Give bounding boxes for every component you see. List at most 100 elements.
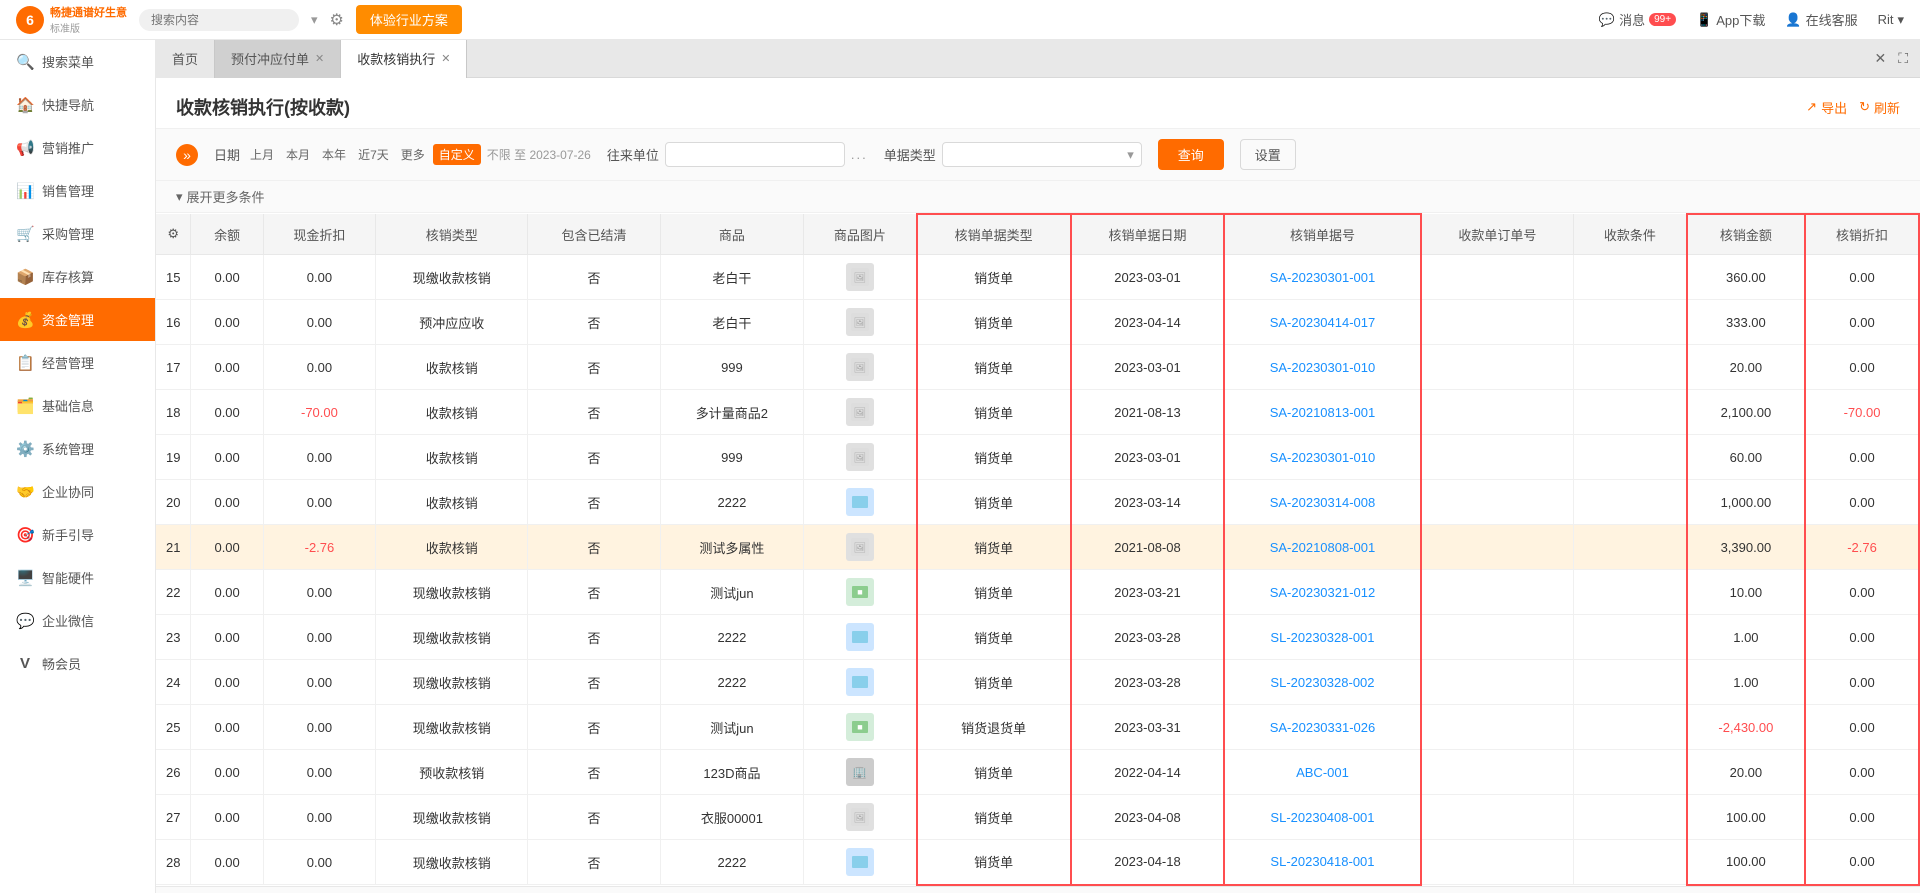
bill-date-cell: 2023-03-01	[1071, 255, 1225, 300]
bill-date-cell: 2023-03-28	[1071, 660, 1225, 705]
sidebar-item-marketing[interactable]: 📢 营销推广	[0, 126, 155, 169]
bill-no-link[interactable]: SA-20210808-001	[1270, 540, 1376, 555]
online-service[interactable]: 👤 在线客服	[1785, 10, 1857, 29]
writeoff-type-cell: 收款核销	[376, 480, 528, 525]
bill-no-cell[interactable]: SL-20230408-001	[1224, 795, 1420, 840]
bill-no-cell[interactable]: SL-20230418-001	[1224, 840, 1420, 885]
bill-no-link[interactable]: SA-20230301-010	[1270, 450, 1376, 465]
seq-cell: 25	[156, 705, 191, 750]
sidebar-item-cooperation[interactable]: 🤝 企业协同	[0, 470, 155, 513]
bill-no-cell[interactable]: SA-20230301-010	[1224, 345, 1420, 390]
date-btn-7days[interactable]: 近7天	[354, 144, 393, 165]
bill-no-cell[interactable]: SL-20230328-002	[1224, 660, 1420, 705]
seq-cell: 24	[156, 660, 191, 705]
bill-no-cell[interactable]: SA-20230314-008	[1224, 480, 1420, 525]
sidebar-item-operation[interactable]: 📋 经营管理	[0, 341, 155, 384]
product-image	[846, 848, 874, 876]
trial-button[interactable]: 体验行业方案	[356, 5, 462, 34]
sidebar-item-member[interactable]: V 畅会员	[0, 642, 155, 685]
bill-no-link[interactable]: SA-20230414-017	[1270, 315, 1376, 330]
writeoff-amount-cell: 20.00	[1687, 345, 1805, 390]
bill-no-link[interactable]: SL-20230408-001	[1270, 810, 1374, 825]
maximize-button[interactable]: ⛶	[1894, 46, 1912, 71]
receipt-condition-cell	[1574, 705, 1687, 750]
bill-no-cell[interactable]: SA-20230331-026	[1224, 705, 1420, 750]
sidebar-item-finance[interactable]: 💰 资金管理	[0, 298, 155, 341]
sidebar-item-guide[interactable]: 🎯 新手引导	[0, 513, 155, 556]
receipt-condition-cell	[1574, 480, 1687, 525]
writeoff-type-cell: 收款核销	[376, 345, 528, 390]
receipt-order-no-cell	[1421, 705, 1574, 750]
th-gear[interactable]: ⚙	[156, 214, 191, 255]
balance-cell: 0.00	[191, 300, 263, 345]
sidebar-item-purchase[interactable]: 🛒 采购管理	[0, 212, 155, 255]
bill-no-link[interactable]: SA-20230314-008	[1270, 495, 1376, 510]
date-btn-custom[interactable]: 自定义	[433, 144, 481, 165]
query-button[interactable]: 查询	[1158, 139, 1224, 170]
expand-conditions-button[interactable]: ▾ 展开更多条件	[176, 187, 265, 206]
sidebar-item-system[interactable]: ⚙️ 系统管理	[0, 427, 155, 470]
date-btn-this-year[interactable]: 本年	[318, 144, 350, 165]
table-row: 25 0.00 0.00 现缴收款核销 否 测试jun ■ 销货退货单 2023…	[156, 705, 1919, 750]
message-badge[interactable]: 💬 消息 99+	[1599, 10, 1676, 29]
bill-no-cell[interactable]: SA-20230321-012	[1224, 570, 1420, 615]
th-product: 商品	[660, 214, 803, 255]
bill-no-cell[interactable]: ABC-001	[1224, 750, 1420, 795]
svg-text:🖼: 🖼	[854, 317, 867, 329]
tab-writeoff[interactable]: 收款核销执行 ✕	[341, 40, 467, 78]
bill-no-cell[interactable]: SA-20210808-001	[1224, 525, 1420, 570]
table-row: 22 0.00 0.00 现缴收款核销 否 测试jun ■ 销货单 2023-0…	[156, 570, 1919, 615]
bill-no-link[interactable]: SA-20230331-026	[1270, 720, 1376, 735]
tab-prepaid[interactable]: 预付冲应付单 ✕	[215, 40, 341, 78]
date-btn-more[interactable]: 更多	[397, 144, 429, 165]
svg-text:🖼: 🖼	[854, 362, 867, 374]
filter-expand-button[interactable]: »	[176, 144, 198, 166]
date-btn-this-month[interactable]: 本月	[282, 144, 314, 165]
balance-cell: 0.00	[191, 480, 263, 525]
writeoff-type-cell: 现缴收款核销	[376, 705, 528, 750]
order-type-select[interactable]	[942, 142, 1142, 167]
tab-close-writeoff[interactable]: ✕	[441, 52, 450, 65]
table-container[interactable]: ⚙ 余额 现金折扣 核销类型 包含已结清 商品 商品图片 核销单据类型 核销单据…	[156, 213, 1920, 893]
logo-area: 6 畅捷通谱好生意 标准版	[16, 4, 127, 35]
close-tab-button[interactable]: ✕	[1870, 46, 1890, 71]
date-btn-last-month[interactable]: 上月	[246, 144, 278, 165]
user-name[interactable]: Rit ▾	[1878, 12, 1904, 28]
bill-no-link[interactable]: ABC-001	[1296, 765, 1349, 780]
bill-no-link[interactable]: SA-20230321-012	[1270, 585, 1376, 600]
search-input[interactable]	[139, 9, 299, 31]
bill-no-link[interactable]: SL-20230328-002	[1270, 675, 1374, 690]
app-download[interactable]: 📱 App下载	[1696, 10, 1765, 29]
sidebar-item-inventory[interactable]: 📦 库存核算	[0, 255, 155, 298]
receipt-order-no-cell	[1421, 840, 1574, 885]
tab-close-prepaid[interactable]: ✕	[315, 52, 324, 65]
settings-button[interactable]: 设置	[1240, 139, 1296, 170]
bill-date-cell: 2023-03-01	[1071, 345, 1225, 390]
sidebar-item-hardware[interactable]: 🖥️ 智能硬件	[0, 556, 155, 599]
refresh-button[interactable]: ↻ 刷新	[1859, 98, 1900, 117]
bill-no-link[interactable]: SA-20230301-001	[1270, 270, 1376, 285]
bill-type-cell: 销货单	[917, 480, 1071, 525]
writeoff-amount-cell: 1,000.00	[1687, 480, 1805, 525]
bill-no-link[interactable]: SA-20210813-001	[1270, 405, 1376, 420]
sidebar-item-search[interactable]: 🔍 搜索菜单	[0, 40, 155, 83]
bill-no-cell[interactable]: SL-20230328-001	[1224, 615, 1420, 660]
tab-home[interactable]: 首页	[156, 40, 215, 78]
settings-gear-icon[interactable]: ⚙	[330, 10, 344, 30]
bill-no-link[interactable]: SL-20230418-001	[1270, 854, 1374, 869]
sidebar-item-basic[interactable]: 🗂️ 基础信息	[0, 384, 155, 427]
bill-no-cell[interactable]: SA-20230301-001	[1224, 255, 1420, 300]
table-row: 23 0.00 0.00 现缴收款核销 否 2222 销货单 2023-03-2…	[156, 615, 1919, 660]
sidebar-item-sales[interactable]: 📊 销售管理	[0, 169, 155, 212]
export-button[interactable]: ↗ 导出	[1806, 98, 1847, 117]
unit-input[interactable]	[665, 142, 845, 167]
bill-no-cell[interactable]: SA-20230301-010	[1224, 435, 1420, 480]
bill-no-link[interactable]: SL-20230328-001	[1270, 630, 1374, 645]
sidebar-item-wechat[interactable]: 💬 企业微信	[0, 599, 155, 642]
bill-no-cell[interactable]: SA-20230414-017	[1224, 300, 1420, 345]
sidebar-item-shortcut[interactable]: 🏠 快捷导航	[0, 83, 155, 126]
writeoff-amount-cell: 100.00	[1687, 795, 1805, 840]
svg-text:🖼: 🖼	[854, 542, 867, 554]
bill-no-link[interactable]: SA-20230301-010	[1270, 360, 1376, 375]
bill-no-cell[interactable]: SA-20210813-001	[1224, 390, 1420, 435]
